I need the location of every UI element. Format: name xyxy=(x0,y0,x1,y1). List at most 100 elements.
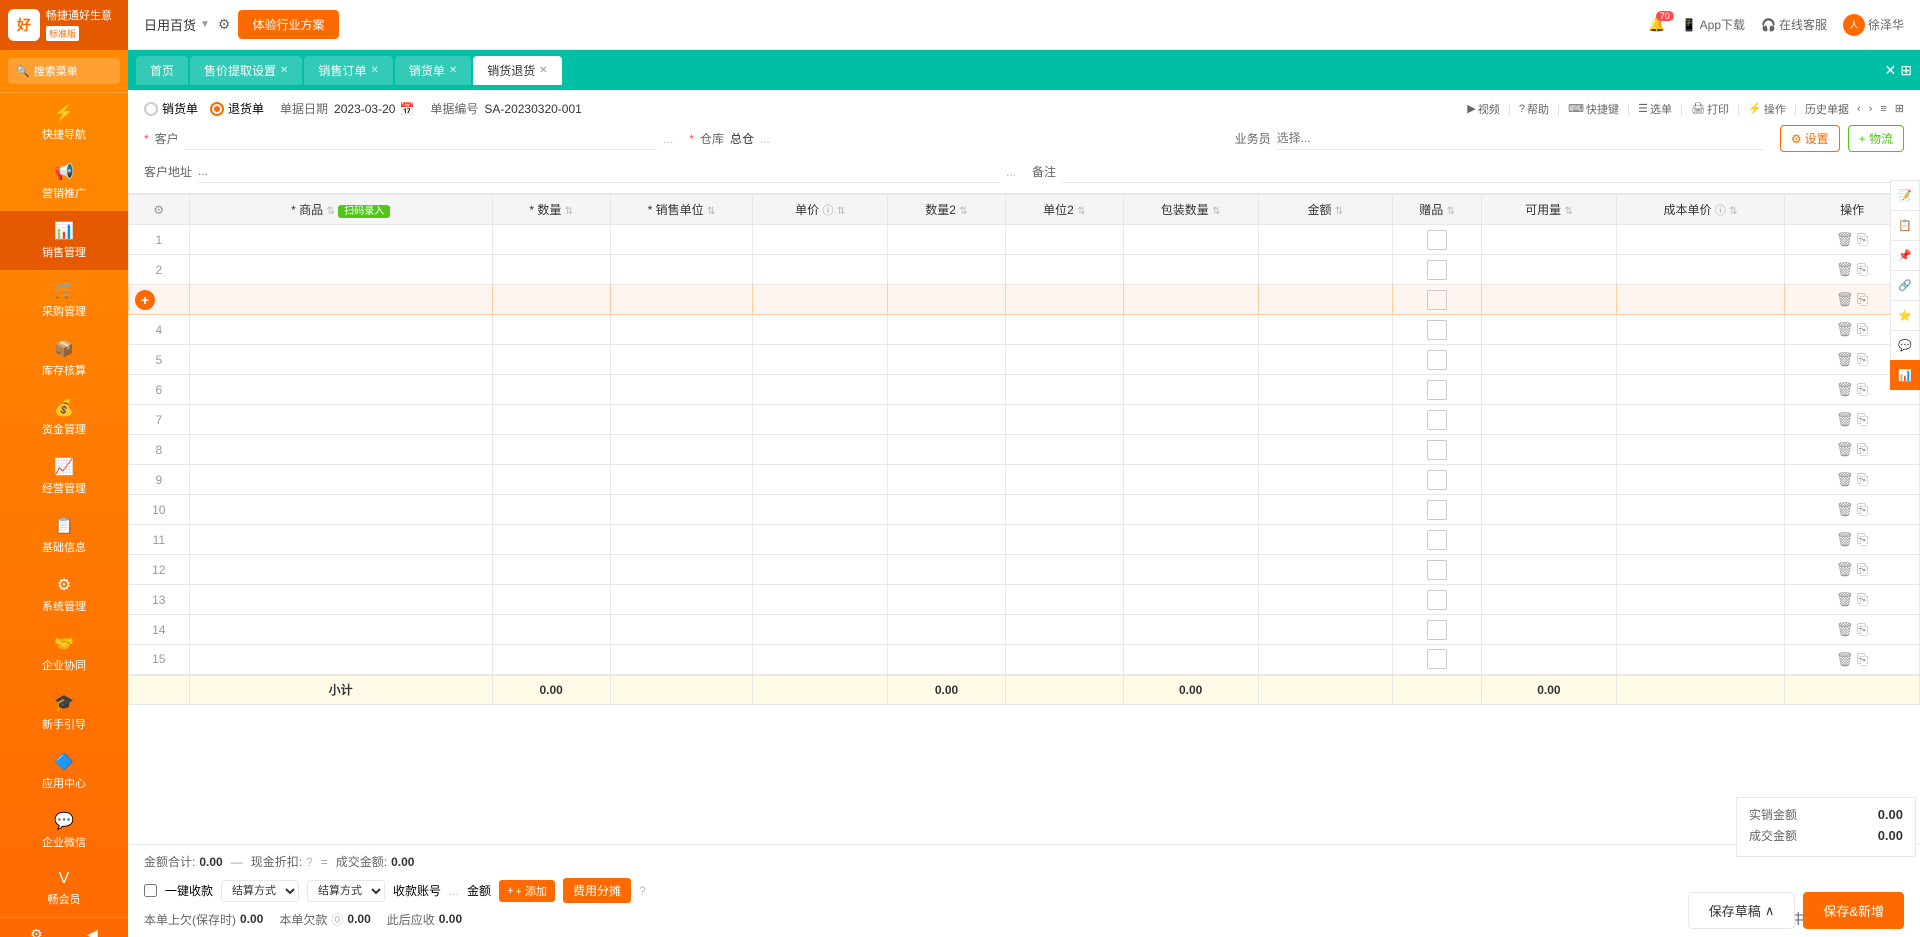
qty2-cell[interactable] xyxy=(888,435,1006,465)
pkg-qty-cell[interactable] xyxy=(1123,585,1258,615)
delete-row-button[interactable]: 🗑 xyxy=(1836,501,1854,518)
available-cell[interactable] xyxy=(1482,555,1617,585)
qty2-cell[interactable] xyxy=(888,525,1006,555)
detail-view-button[interactable]: ⊞ xyxy=(1895,102,1904,115)
available-cell[interactable] xyxy=(1482,315,1617,345)
qty-cell[interactable] xyxy=(492,465,610,495)
unit-cell[interactable] xyxy=(610,645,753,675)
delete-row-button[interactable]: 🗑 xyxy=(1836,231,1854,248)
pkg-qty-cell[interactable] xyxy=(1123,525,1258,555)
product-cell[interactable] xyxy=(189,315,492,345)
cost-cell[interactable] xyxy=(1616,525,1784,555)
tab-sale-delivery-close-icon[interactable]: ✕ xyxy=(449,65,457,76)
cash-discount-help-icon[interactable]: ? xyxy=(306,855,313,869)
gift-checkbox[interactable] xyxy=(1427,560,1447,580)
product-cell[interactable] xyxy=(189,405,492,435)
qty-cell[interactable] xyxy=(492,555,610,585)
qty2-cell[interactable] xyxy=(888,555,1006,585)
qty-cell[interactable] xyxy=(492,405,610,435)
amount-cell[interactable] xyxy=(1258,225,1393,255)
cost-cell[interactable] xyxy=(1616,615,1784,645)
add-logistics-button[interactable]: + 物流 xyxy=(1848,125,1904,152)
tab-sale-price-close-icon[interactable]: ✕ xyxy=(280,65,288,76)
print-link[interactable]: 🖨 打印 xyxy=(1691,101,1729,117)
cost-cell[interactable] xyxy=(1616,375,1784,405)
gift-checkbox[interactable] xyxy=(1427,230,1447,250)
available-cell[interactable] xyxy=(1482,225,1617,255)
unit2-cell[interactable] xyxy=(1005,555,1123,585)
history-link[interactable]: 历史单据 xyxy=(1805,101,1849,117)
unit2-cell[interactable] xyxy=(1005,285,1123,315)
qty2-cell[interactable] xyxy=(888,255,1006,285)
unit-cell[interactable] xyxy=(610,465,753,495)
delete-row-button[interactable]: 🗑 xyxy=(1836,561,1854,578)
cost-cell[interactable] xyxy=(1616,495,1784,525)
gift-checkbox[interactable] xyxy=(1427,290,1447,310)
pkg-qty-cell[interactable] xyxy=(1123,405,1258,435)
product-cell[interactable] xyxy=(189,495,492,525)
unit2-cell[interactable] xyxy=(1005,495,1123,525)
qty2-cell[interactable] xyxy=(888,645,1006,675)
notification-button[interactable]: 🔔 70 xyxy=(1648,16,1665,33)
available-cell[interactable] xyxy=(1482,255,1617,285)
delete-row-button[interactable]: 🗑 xyxy=(1836,411,1854,428)
vtool-6[interactable]: 💬 xyxy=(1890,330,1920,360)
tab-home[interactable]: 首页 xyxy=(136,56,188,85)
settlement-method-select[interactable]: 结算方式 xyxy=(307,880,385,902)
gift-checkbox[interactable] xyxy=(1427,590,1447,610)
sidebar-item-quick-nav[interactable]: ⚡ 快捷导航 xyxy=(0,93,128,152)
header-gear-button[interactable]: ⚙ xyxy=(218,16,231,33)
price-cell[interactable] xyxy=(753,315,888,345)
sidebar-item-ops[interactable]: 📈 经营管理 xyxy=(0,447,128,506)
delete-row-button[interactable]: 🗑 xyxy=(1836,471,1854,488)
address-input[interactable] xyxy=(198,160,1000,183)
available-cell[interactable] xyxy=(1482,645,1617,675)
cost-cell[interactable] xyxy=(1616,465,1784,495)
return-radio[interactable]: 退货单 xyxy=(210,100,264,117)
debit-help-icon[interactable]: ⓪ xyxy=(331,911,343,928)
user-profile[interactable]: 人 徐泽华 xyxy=(1843,14,1904,36)
unit-cell[interactable] xyxy=(610,345,753,375)
available-cell[interactable] xyxy=(1482,585,1617,615)
delete-row-button[interactable]: 🗑 xyxy=(1836,591,1854,608)
sidebar-item-sales-mgmt[interactable]: 📊 销售管理 xyxy=(0,211,128,270)
prev-button[interactable]: ‹ xyxy=(1857,103,1861,115)
available-cell[interactable] xyxy=(1482,345,1617,375)
gift-checkbox[interactable] xyxy=(1427,380,1447,400)
copy-row-button[interactable]: ⎘ xyxy=(1857,381,1868,398)
unit2-cell[interactable] xyxy=(1005,315,1123,345)
qty2-cell[interactable] xyxy=(888,495,1006,525)
delete-row-button[interactable]: 🗑 xyxy=(1836,621,1854,638)
qty2-cell[interactable] xyxy=(888,585,1006,615)
qty2-cell[interactable] xyxy=(888,615,1006,645)
amount-cell[interactable] xyxy=(1258,435,1393,465)
unit-cell[interactable] xyxy=(610,405,753,435)
delete-row-button[interactable]: 🗑 xyxy=(1836,651,1854,668)
unit2-cell[interactable] xyxy=(1005,585,1123,615)
copy-row-button[interactable]: ⎘ xyxy=(1857,261,1868,278)
product-cell[interactable] xyxy=(189,375,492,405)
save-new-button[interactable]: 保存&新增 xyxy=(1803,892,1904,929)
delete-row-button[interactable]: 🗑 xyxy=(1836,261,1854,278)
gift-checkbox[interactable] xyxy=(1427,320,1447,340)
amount-cell[interactable] xyxy=(1258,465,1393,495)
tab-sale-delivery[interactable]: 销货单 ✕ xyxy=(395,56,471,85)
copy-row-button[interactable]: ⎘ xyxy=(1857,291,1868,308)
unit2-cell[interactable] xyxy=(1005,645,1123,675)
delete-row-button[interactable]: 🗑 xyxy=(1836,291,1854,308)
amount-cell[interactable] xyxy=(1258,525,1393,555)
unit-cell[interactable] xyxy=(610,435,753,465)
price-cell[interactable] xyxy=(753,645,888,675)
customer-ellipsis-icon[interactable]: ... xyxy=(663,132,673,146)
save-draft-button[interactable]: 保存草稿 ∧ xyxy=(1688,892,1796,929)
available-cell[interactable] xyxy=(1482,525,1617,555)
vtool-4[interactable]: 🔗 xyxy=(1890,270,1920,300)
expense-help-icon[interactable]: ? xyxy=(639,884,646,898)
qty-cell[interactable] xyxy=(492,645,610,675)
sidebar-item-corp-coop[interactable]: 🤝 企业协同 xyxy=(0,624,128,683)
one-click-payment-checkbox[interactable] xyxy=(144,884,157,897)
unit2-cell[interactable] xyxy=(1005,465,1123,495)
experience-button[interactable]: 体验行业方案 xyxy=(238,10,338,39)
vtool-3[interactable]: 📌 xyxy=(1890,240,1920,270)
gift-checkbox[interactable] xyxy=(1427,410,1447,430)
